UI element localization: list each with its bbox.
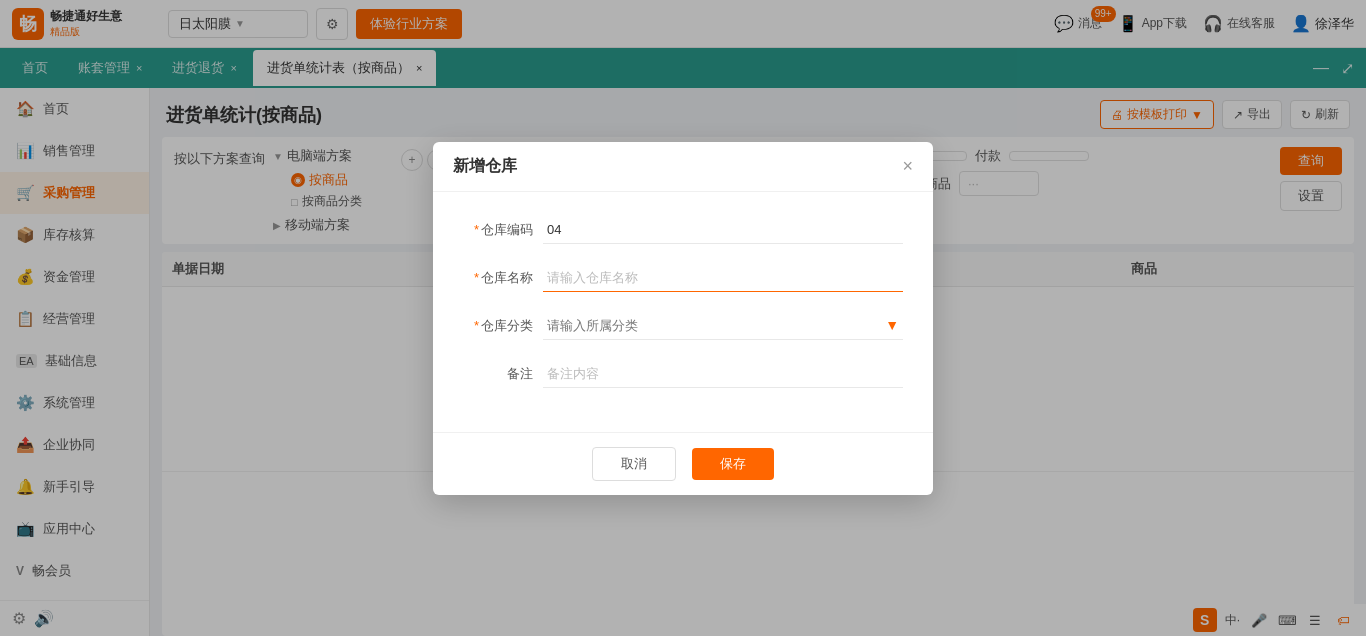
modal-body: *仓库编码 *仓库名称 *仓库分类 ▼ (433, 192, 933, 432)
form-row-code: *仓库编码 (463, 216, 903, 244)
warehouse-category-select[interactable]: ▼ (543, 312, 903, 340)
cancel-button[interactable]: 取消 (592, 447, 676, 481)
form-label-remark: 备注 (463, 365, 533, 383)
warehouse-name-input[interactable] (543, 264, 903, 292)
category-dropdown-arrow: ▼ (885, 317, 899, 333)
modal-overlay[interactable]: 新增仓库 × *仓库编码 *仓库名称 *仓库分类 (0, 0, 1366, 636)
warehouse-remark-input[interactable] (543, 360, 903, 388)
new-warehouse-modal: 新增仓库 × *仓库编码 *仓库名称 *仓库分类 (433, 142, 933, 495)
form-label-name: *仓库名称 (463, 269, 533, 287)
form-row-category: *仓库分类 ▼ (463, 312, 903, 340)
form-row-remark: 备注 (463, 360, 903, 388)
form-row-name: *仓库名称 (463, 264, 903, 292)
warehouse-category-input[interactable] (543, 312, 903, 339)
modal-footer: 取消 保存 (433, 432, 933, 495)
modal-title: 新增仓库 (453, 156, 517, 177)
modal-header: 新增仓库 × (433, 142, 933, 192)
form-label-code: *仓库编码 (463, 221, 533, 239)
save-button[interactable]: 保存 (692, 448, 774, 480)
form-label-category: *仓库分类 (463, 317, 533, 335)
modal-close-button[interactable]: × (902, 156, 913, 177)
warehouse-code-input[interactable] (543, 216, 903, 244)
